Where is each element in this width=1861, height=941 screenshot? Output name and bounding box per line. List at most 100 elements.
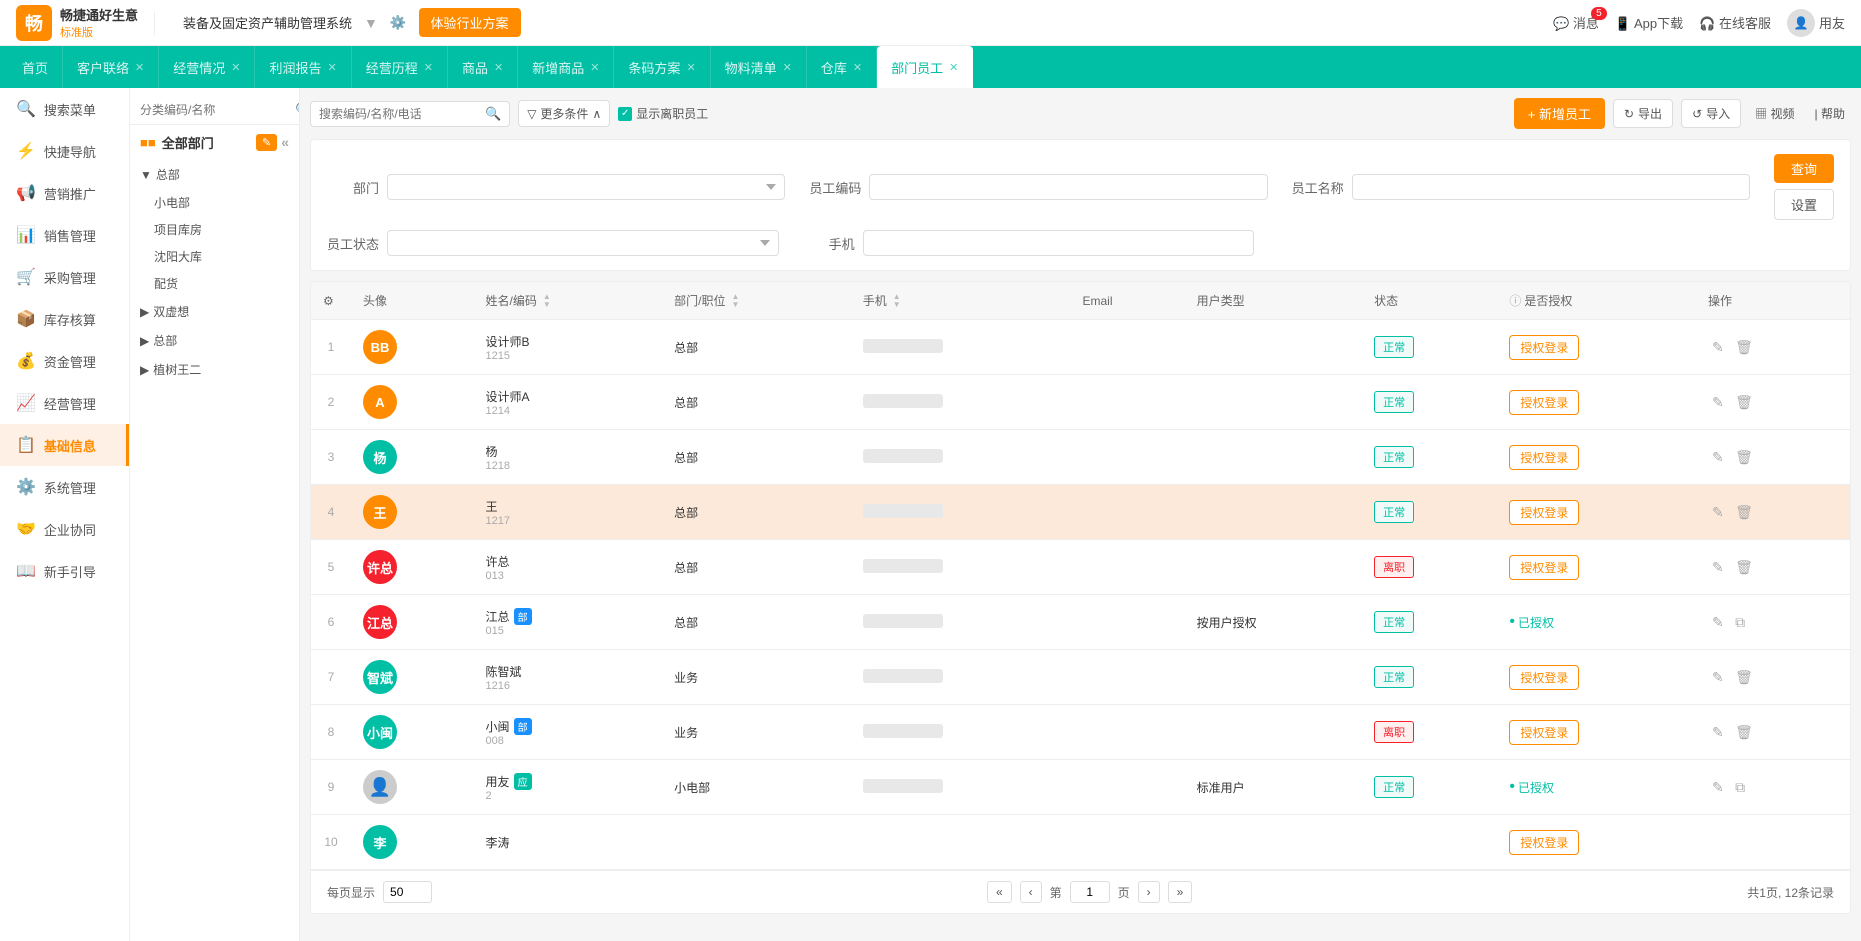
auth-btn[interactable]: 授权登录 (1509, 830, 1579, 855)
auth-btn[interactable]: 授权登录 (1509, 445, 1579, 470)
sidebar-item-operation[interactable]: 📈 经营管理 (0, 382, 129, 424)
close-icon[interactable]: ✕ (328, 61, 337, 74)
tab-profit[interactable]: 利润报告 ✕ (255, 46, 351, 88)
sidebar-item-collab[interactable]: 🤝 企业协同 (0, 508, 129, 550)
edit-btn[interactable]: ✎ (1708, 447, 1728, 468)
show-resigned-toggle[interactable]: ✓ 显示离职员工 (618, 105, 708, 122)
dept-group-toggle-zhishu[interactable]: ▶ 植树王二 (130, 355, 299, 384)
delete-btn[interactable]: 🗑 (1731, 502, 1757, 523)
auth-btn[interactable]: 授权登录 (1509, 390, 1579, 415)
edit-btn[interactable]: ✎ (1708, 667, 1728, 688)
filter-status-select[interactable] (387, 230, 779, 256)
tab-warehouse[interactable]: 仓库 ✕ (807, 46, 877, 88)
search-input[interactable] (319, 107, 479, 121)
close-icon[interactable]: ✕ (590, 61, 599, 74)
settings-icon[interactable]: ⚙️ (386, 11, 411, 35)
page-input[interactable] (1070, 881, 1110, 903)
collapse-dept-btn[interactable]: « (281, 134, 289, 151)
close-icon[interactable]: ✕ (424, 61, 433, 74)
sidebar-item-inventory[interactable]: 📦 库存核算 (0, 298, 129, 340)
edit-btn[interactable]: ✎ (1708, 612, 1728, 633)
sidebar-item-nav[interactable]: ⚡ 快捷导航 (0, 130, 129, 172)
dept-child-xiaodianbу[interactable]: 小电部 (130, 189, 299, 216)
more-filter-btn[interactable]: ▽ 更多条件 ∧ (518, 100, 610, 127)
reset-btn[interactable]: 设置 (1774, 189, 1834, 220)
dept-search-input[interactable] (140, 103, 295, 117)
app-download-btn[interactable]: 📱 App下载 (1615, 13, 1683, 32)
auth-btn[interactable]: 授权登录 (1509, 720, 1579, 745)
tab-barcode[interactable]: 条码方案 ✕ (614, 46, 710, 88)
dept-group-toggle-shuangxu[interactable]: ▶ 双虚想 (130, 297, 299, 326)
sidebar-item-guide[interactable]: 📖 新手引导 (0, 550, 129, 592)
sidebar-item-finance[interactable]: 💰 资金管理 (0, 340, 129, 382)
search-icon[interactable]: 🔍 (485, 106, 501, 122)
tab-customer[interactable]: 客户联络 ✕ (63, 46, 159, 88)
next-page-btn[interactable]: › (1138, 881, 1160, 903)
tab-goods[interactable]: 商品 ✕ (448, 46, 518, 88)
help-btn[interactable]: | 帮助 (1809, 100, 1851, 127)
edit-btn[interactable]: ✎ (1708, 392, 1728, 413)
filter-empcode-input[interactable] (869, 174, 1267, 200)
settings-icon[interactable]: ⚙ (323, 294, 334, 308)
close-icon[interactable]: ✕ (135, 61, 144, 74)
auth-btn[interactable]: 授权登录 (1509, 555, 1579, 580)
dept-child-peihuo[interactable]: 配货 (130, 270, 299, 297)
close-icon[interactable]: ✕ (686, 61, 695, 74)
auth-btn[interactable]: 授权登录 (1509, 500, 1579, 525)
filter-empname-input[interactable] (1352, 174, 1750, 200)
delete-btn[interactable]: 🗑 (1731, 392, 1757, 413)
sidebar-item-marketing[interactable]: 📢 营销推广 (0, 172, 129, 214)
copy-btn[interactable]: ⧉ (1731, 612, 1749, 633)
export-btn[interactable]: ↻ 导出 (1613, 99, 1673, 128)
message-btn[interactable]: 💬 消息 5 (1553, 13, 1599, 32)
dept-child-shenyang[interactable]: 沈阳大库 (130, 243, 299, 270)
close-icon[interactable]: ✕ (783, 61, 792, 74)
add-employee-btn[interactable]: + 新增员工 (1514, 98, 1605, 129)
edit-btn[interactable]: ✎ (1708, 557, 1728, 578)
edit-btn[interactable]: ✎ (1708, 502, 1728, 523)
auth-btn[interactable]: 授权登录 (1509, 335, 1579, 360)
add-dept-btn[interactable]: ✎ (256, 134, 277, 151)
sort-dept-icon[interactable]: ▲▼ (732, 293, 740, 309)
import-btn[interactable]: ↺ 导入 (1681, 99, 1741, 128)
tab-history[interactable]: 经营历程 ✕ (352, 46, 448, 88)
prev-page-btn[interactable]: ‹ (1020, 881, 1042, 903)
query-btn[interactable]: 查询 (1774, 154, 1834, 183)
sidebar-item-purchase[interactable]: 🛒 采购管理 (0, 256, 129, 298)
online-service-btn[interactable]: 🎧 在线客服 (1699, 13, 1771, 32)
sort-name-icon[interactable]: ▲▼ (543, 293, 551, 309)
dept-child-xiangmu[interactable]: 项目库房 (130, 216, 299, 243)
dept-all-header[interactable]: ■■ 全部部门 ✎ « (130, 125, 299, 160)
tab-dept-staff[interactable]: 部门员工 ✕ (877, 46, 973, 88)
first-page-btn[interactable]: « (987, 881, 1012, 903)
dept-group-toggle-zongbu[interactable]: ▼ 总部 (130, 160, 299, 189)
edit-btn[interactable]: ✎ (1708, 777, 1728, 798)
auth-btn[interactable]: 授权登录 (1509, 665, 1579, 690)
filter-phone-input[interactable] (863, 230, 1255, 256)
dropdown-btn[interactable]: ▼ (364, 15, 378, 31)
close-icon[interactable]: ✕ (853, 61, 862, 74)
delete-btn[interactable]: 🗑 (1731, 447, 1757, 468)
sidebar-item-system[interactable]: ⚙️ 系统管理 (0, 466, 129, 508)
sidebar-item-basics[interactable]: 📋 基础信息 (0, 424, 129, 466)
sidebar-item-search[interactable]: 🔍 搜索菜单 (0, 88, 129, 130)
last-page-btn[interactable]: » (1168, 881, 1193, 903)
delete-btn[interactable]: 🗑 (1731, 337, 1757, 358)
delete-btn[interactable]: 🗑 (1731, 667, 1757, 688)
edit-btn[interactable]: ✎ (1708, 722, 1728, 743)
filter-dept-select[interactable] (387, 174, 785, 200)
copy-btn[interactable]: ⧉ (1731, 777, 1749, 798)
view-btn[interactable]: ▦ 视频 (1749, 100, 1800, 127)
dept-group-toggle-zongbu2[interactable]: ▶ 总部 (130, 326, 299, 355)
user-avatar[interactable]: 👤 用友 (1787, 9, 1845, 37)
edit-btn[interactable]: ✎ (1708, 337, 1728, 358)
delete-btn[interactable]: 🗑 (1731, 722, 1757, 743)
sidebar-item-sales[interactable]: 📊 销售管理 (0, 214, 129, 256)
tab-bom[interactable]: 物料清单 ✕ (711, 46, 807, 88)
sort-phone-icon[interactable]: ▲▼ (893, 293, 901, 309)
tab-add-goods[interactable]: 新增商品 ✕ (518, 46, 614, 88)
per-page-select[interactable]: 50 100 (383, 881, 432, 903)
close-icon[interactable]: ✕ (231, 61, 240, 74)
close-icon[interactable]: ✕ (494, 61, 503, 74)
delete-btn[interactable]: 🗑 (1731, 557, 1757, 578)
